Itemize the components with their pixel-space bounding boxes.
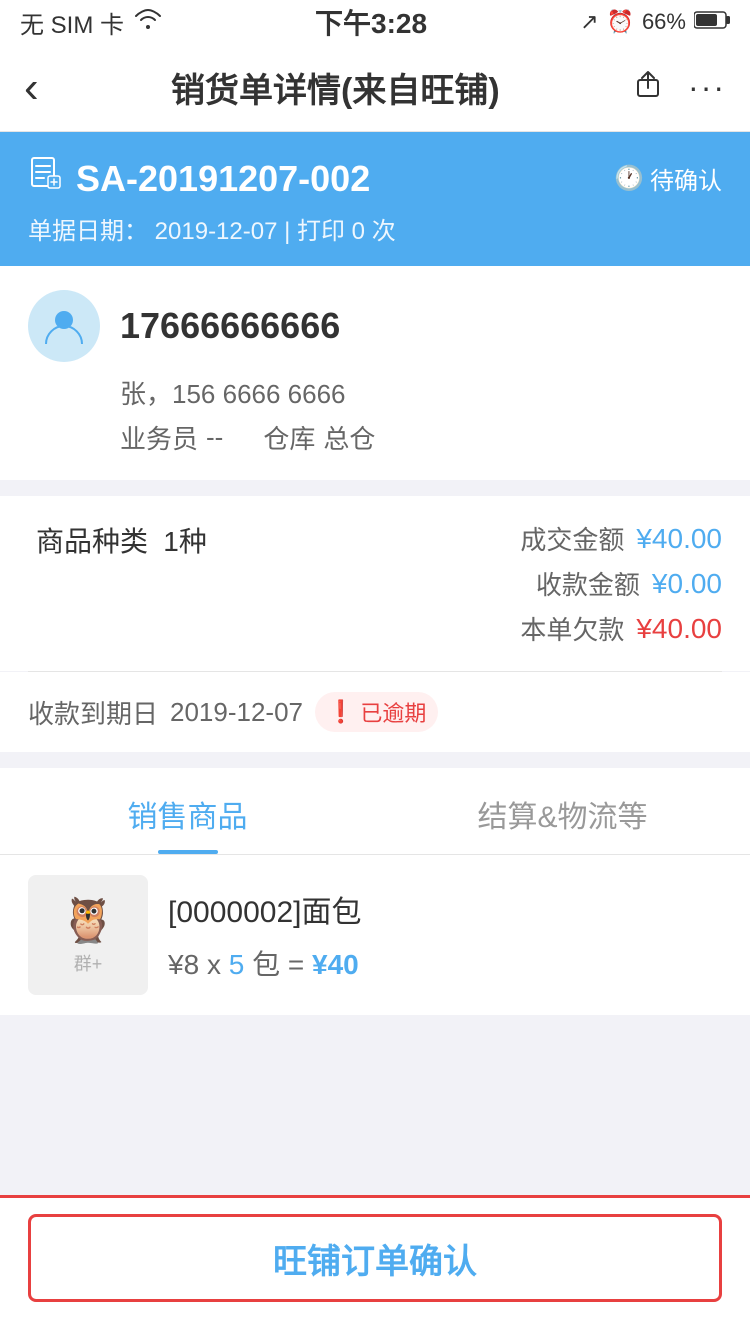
product-type-label: 商品种类 bbox=[36, 526, 148, 557]
tab-products[interactable]: 销售商品 bbox=[0, 768, 375, 854]
received-value: ¥0.00 bbox=[652, 568, 722, 600]
status-text: 待确认 bbox=[650, 161, 722, 196]
product-logo-icon: 🦉 bbox=[61, 894, 116, 946]
nav-actions: ··· bbox=[632, 68, 726, 108]
order-banner: SA-20191207-002 🕐 待确认 单据日期： 2019-12-07 |… bbox=[0, 132, 750, 266]
divider-1 bbox=[0, 480, 750, 496]
product-image: 🦉 群+ bbox=[28, 875, 148, 995]
bottom-bar: 旺铺订单确认 bbox=[0, 1195, 750, 1334]
product-unit: 包 bbox=[252, 949, 280, 980]
overdue-text: 已逾期 bbox=[360, 696, 426, 728]
back-button[interactable]: ‹ bbox=[24, 63, 39, 113]
amount-label: 成交金额 bbox=[520, 520, 624, 557]
due-date-value: 2019-12-07 bbox=[170, 697, 303, 728]
product-name: [0000002]面包 bbox=[168, 887, 722, 931]
alarm-icon: ⏰ bbox=[607, 9, 634, 35]
owed-value: ¥40.00 bbox=[636, 613, 722, 645]
battery-icon bbox=[694, 9, 730, 35]
status-time: 下午3:28 bbox=[315, 2, 427, 42]
customer-meta: 业务员 -- 仓库 总仓 bbox=[28, 419, 722, 456]
customer-name-phone: 张，156 6666 6666 bbox=[28, 374, 722, 411]
location-icon: ↗ bbox=[580, 9, 598, 35]
amount-row: 成交金额 ¥40.00 bbox=[520, 520, 722, 557]
product-logo-text: 群+ bbox=[74, 950, 103, 976]
customer-phone: 17666666666 bbox=[120, 305, 340, 347]
bottom-space bbox=[0, 1015, 750, 1215]
clock-icon: 🕐 bbox=[614, 164, 644, 193]
summary-card: 商品种类 1种 成交金额 ¥40.00 收款金额 ¥0.00 本单欠款 ¥40.… bbox=[0, 496, 750, 671]
customer-card: 17666666666 张，156 6666 6666 业务员 -- 仓库 总仓 bbox=[0, 266, 750, 480]
status-left: 无 SIM 卡 bbox=[20, 5, 162, 40]
product-type-value: 1种 bbox=[163, 526, 207, 557]
order-date-row: 单据日期： 2019-12-07 | 打印 0 次 bbox=[28, 211, 722, 246]
print-info: | 打印 0 次 bbox=[284, 218, 396, 245]
battery-label: 66% bbox=[642, 9, 686, 35]
product-card: 🦉 群+ [0000002]面包 ¥8 x 5 包 = ¥40 bbox=[0, 855, 750, 1015]
product-title: 面包 bbox=[301, 896, 361, 929]
tab-settlement-label: 结算&物流等 bbox=[477, 801, 647, 834]
status-bar: 无 SIM 卡 下午3:28 ↗ ⏰ 66% bbox=[0, 0, 750, 44]
overdue-badge: ❗ 已逾期 bbox=[315, 692, 438, 732]
sales-field: 业务员 -- bbox=[120, 419, 223, 456]
wifi-icon bbox=[134, 8, 162, 36]
due-date-label: 收款到期日 bbox=[28, 694, 158, 731]
tabs-bar: 销售商品 结算&物流等 bbox=[0, 768, 750, 855]
owed-row: 本单欠款 ¥40.00 bbox=[520, 610, 722, 647]
sales-value: -- bbox=[206, 422, 223, 453]
warehouse-value: 总仓 bbox=[323, 419, 375, 456]
order-status: 🕐 待确认 bbox=[614, 161, 722, 196]
owed-label: 本单欠款 bbox=[520, 610, 624, 647]
carrier-label: 无 SIM 卡 bbox=[20, 5, 124, 40]
tab-settlement[interactable]: 结算&物流等 bbox=[375, 768, 750, 854]
product-calculation: ¥8 x 5 包 = ¥40 bbox=[168, 943, 722, 983]
avatar bbox=[28, 290, 100, 362]
tab-products-label: 销售商品 bbox=[128, 801, 248, 834]
nav-bar: ‹ 销货单详情(来自旺铺) ··· bbox=[0, 44, 750, 132]
overdue-warning-icon: ❗ bbox=[327, 699, 354, 725]
amount-fields: 成交金额 ¥40.00 收款金额 ¥0.00 本单欠款 ¥40.00 bbox=[520, 520, 722, 647]
date-label: 单据日期： bbox=[28, 218, 148, 245]
multiply-sign: x bbox=[207, 949, 229, 980]
confirm-order-button[interactable]: 旺铺订单确认 bbox=[28, 1214, 722, 1302]
order-doc-icon bbox=[28, 156, 64, 201]
status-right: ↗ ⏰ 66% bbox=[580, 9, 730, 35]
due-date-card: 收款到期日 2019-12-07 ❗ 已逾期 bbox=[0, 672, 750, 752]
product-qty: 5 bbox=[229, 949, 245, 980]
divider-2 bbox=[0, 752, 750, 768]
page-title: 销货单详情(来自旺铺) bbox=[171, 63, 500, 112]
product-code: [0000002] bbox=[168, 896, 301, 929]
order-date: 2019-12-07 bbox=[155, 218, 278, 245]
more-icon[interactable]: ··· bbox=[688, 69, 726, 106]
product-price: ¥8 bbox=[168, 949, 199, 980]
order-id-text: SA-20191207-002 bbox=[76, 158, 370, 200]
sales-label: 业务员 bbox=[120, 419, 198, 456]
equals-sign: = bbox=[288, 949, 312, 980]
product-type-field: 商品种类 1种 bbox=[28, 520, 207, 560]
order-id-row: SA-20191207-002 bbox=[28, 156, 370, 201]
share-icon[interactable] bbox=[632, 68, 664, 108]
received-label: 收款金额 bbox=[536, 565, 640, 602]
product-total: ¥40 bbox=[312, 949, 359, 980]
warehouse-label: 仓库 bbox=[263, 419, 315, 456]
warehouse-field: 仓库 总仓 bbox=[263, 419, 375, 456]
received-row: 收款金额 ¥0.00 bbox=[520, 565, 722, 602]
product-info: [0000002]面包 ¥8 x 5 包 = ¥40 bbox=[168, 887, 722, 983]
amount-value: ¥40.00 bbox=[636, 523, 722, 555]
